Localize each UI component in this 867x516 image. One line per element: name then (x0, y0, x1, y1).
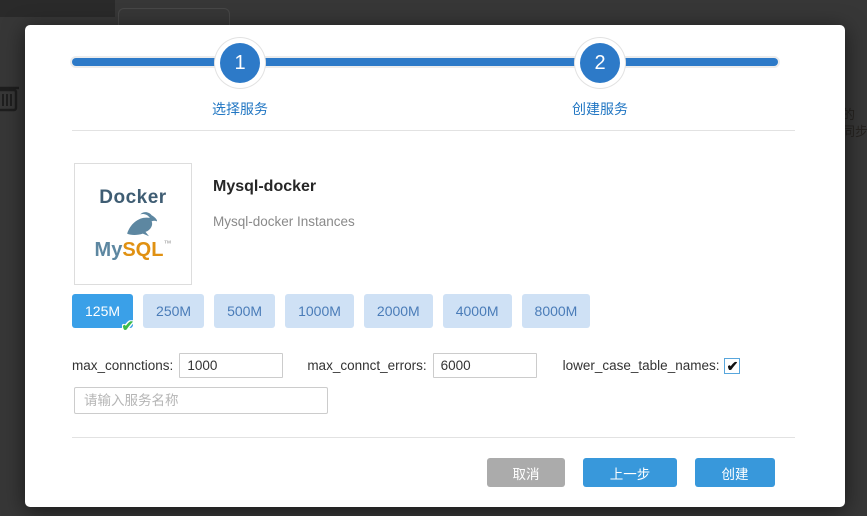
create-service-dialog: 1 2 选择服务 创建服务 Docker MySQL™ Mysql-docker… (25, 25, 845, 507)
memory-option-2000m[interactable]: 2000M (363, 294, 433, 328)
lower-case-table-names-checkbox[interactable] (724, 357, 741, 374)
create-button[interactable]: 创建 (695, 458, 775, 487)
stepper-progress-bar (72, 58, 778, 66)
service-subtitle: Mysql-docker Instances (213, 214, 355, 229)
divider (72, 130, 795, 131)
memory-option-500m[interactable]: 500M (214, 294, 276, 328)
memory-option-250m[interactable]: 250M (143, 294, 205, 328)
step-2-label: 创建服务 (572, 101, 628, 117)
divider (72, 437, 795, 438)
memory-option-4000m[interactable]: 4000M (442, 294, 512, 328)
cancel-button[interactable]: 取消 (487, 458, 565, 487)
memory-option-group: 125M ✔ 250M 500M 1000M 2000M 4000M 8000M (72, 294, 591, 335)
mysql-logo-text: MySQL™ (94, 238, 172, 261)
memory-option-125m[interactable]: 125M ✔ (72, 294, 134, 335)
step-2-indicator[interactable]: 2 (580, 43, 620, 83)
step-1-label: 选择服务 (212, 101, 268, 117)
docker-logo-text: Docker (99, 186, 167, 208)
background-header-block (0, 0, 115, 17)
lower-case-table-names-label: lower_case_table_names: (562, 358, 720, 373)
check-icon: ✔ (121, 318, 135, 335)
memory-option-8000m[interactable]: 8000M (521, 294, 591, 328)
service-name-input[interactable] (74, 387, 328, 414)
parameters-row: max_connctions: max_connct_errors: lower… (72, 353, 741, 378)
wizard-stepper: 1 2 选择服务 创建服务 (25, 25, 845, 131)
previous-step-button[interactable]: 上一步 (583, 458, 677, 487)
max-connect-errors-input[interactable] (432, 353, 537, 378)
background-hint-text: 的 同步 (842, 107, 867, 139)
max-connect-errors-label: max_connct_errors: (307, 358, 427, 373)
trash-icon (0, 82, 20, 112)
step-1-indicator[interactable]: 1 (220, 43, 260, 83)
service-logo: Docker MySQL™ (74, 163, 192, 285)
max-connections-label: max_connctions: (72, 358, 174, 373)
memory-option-1000m[interactable]: 1000M (285, 294, 354, 328)
service-title: Mysql-docker (213, 178, 317, 195)
max-connections-input[interactable] (179, 353, 284, 378)
